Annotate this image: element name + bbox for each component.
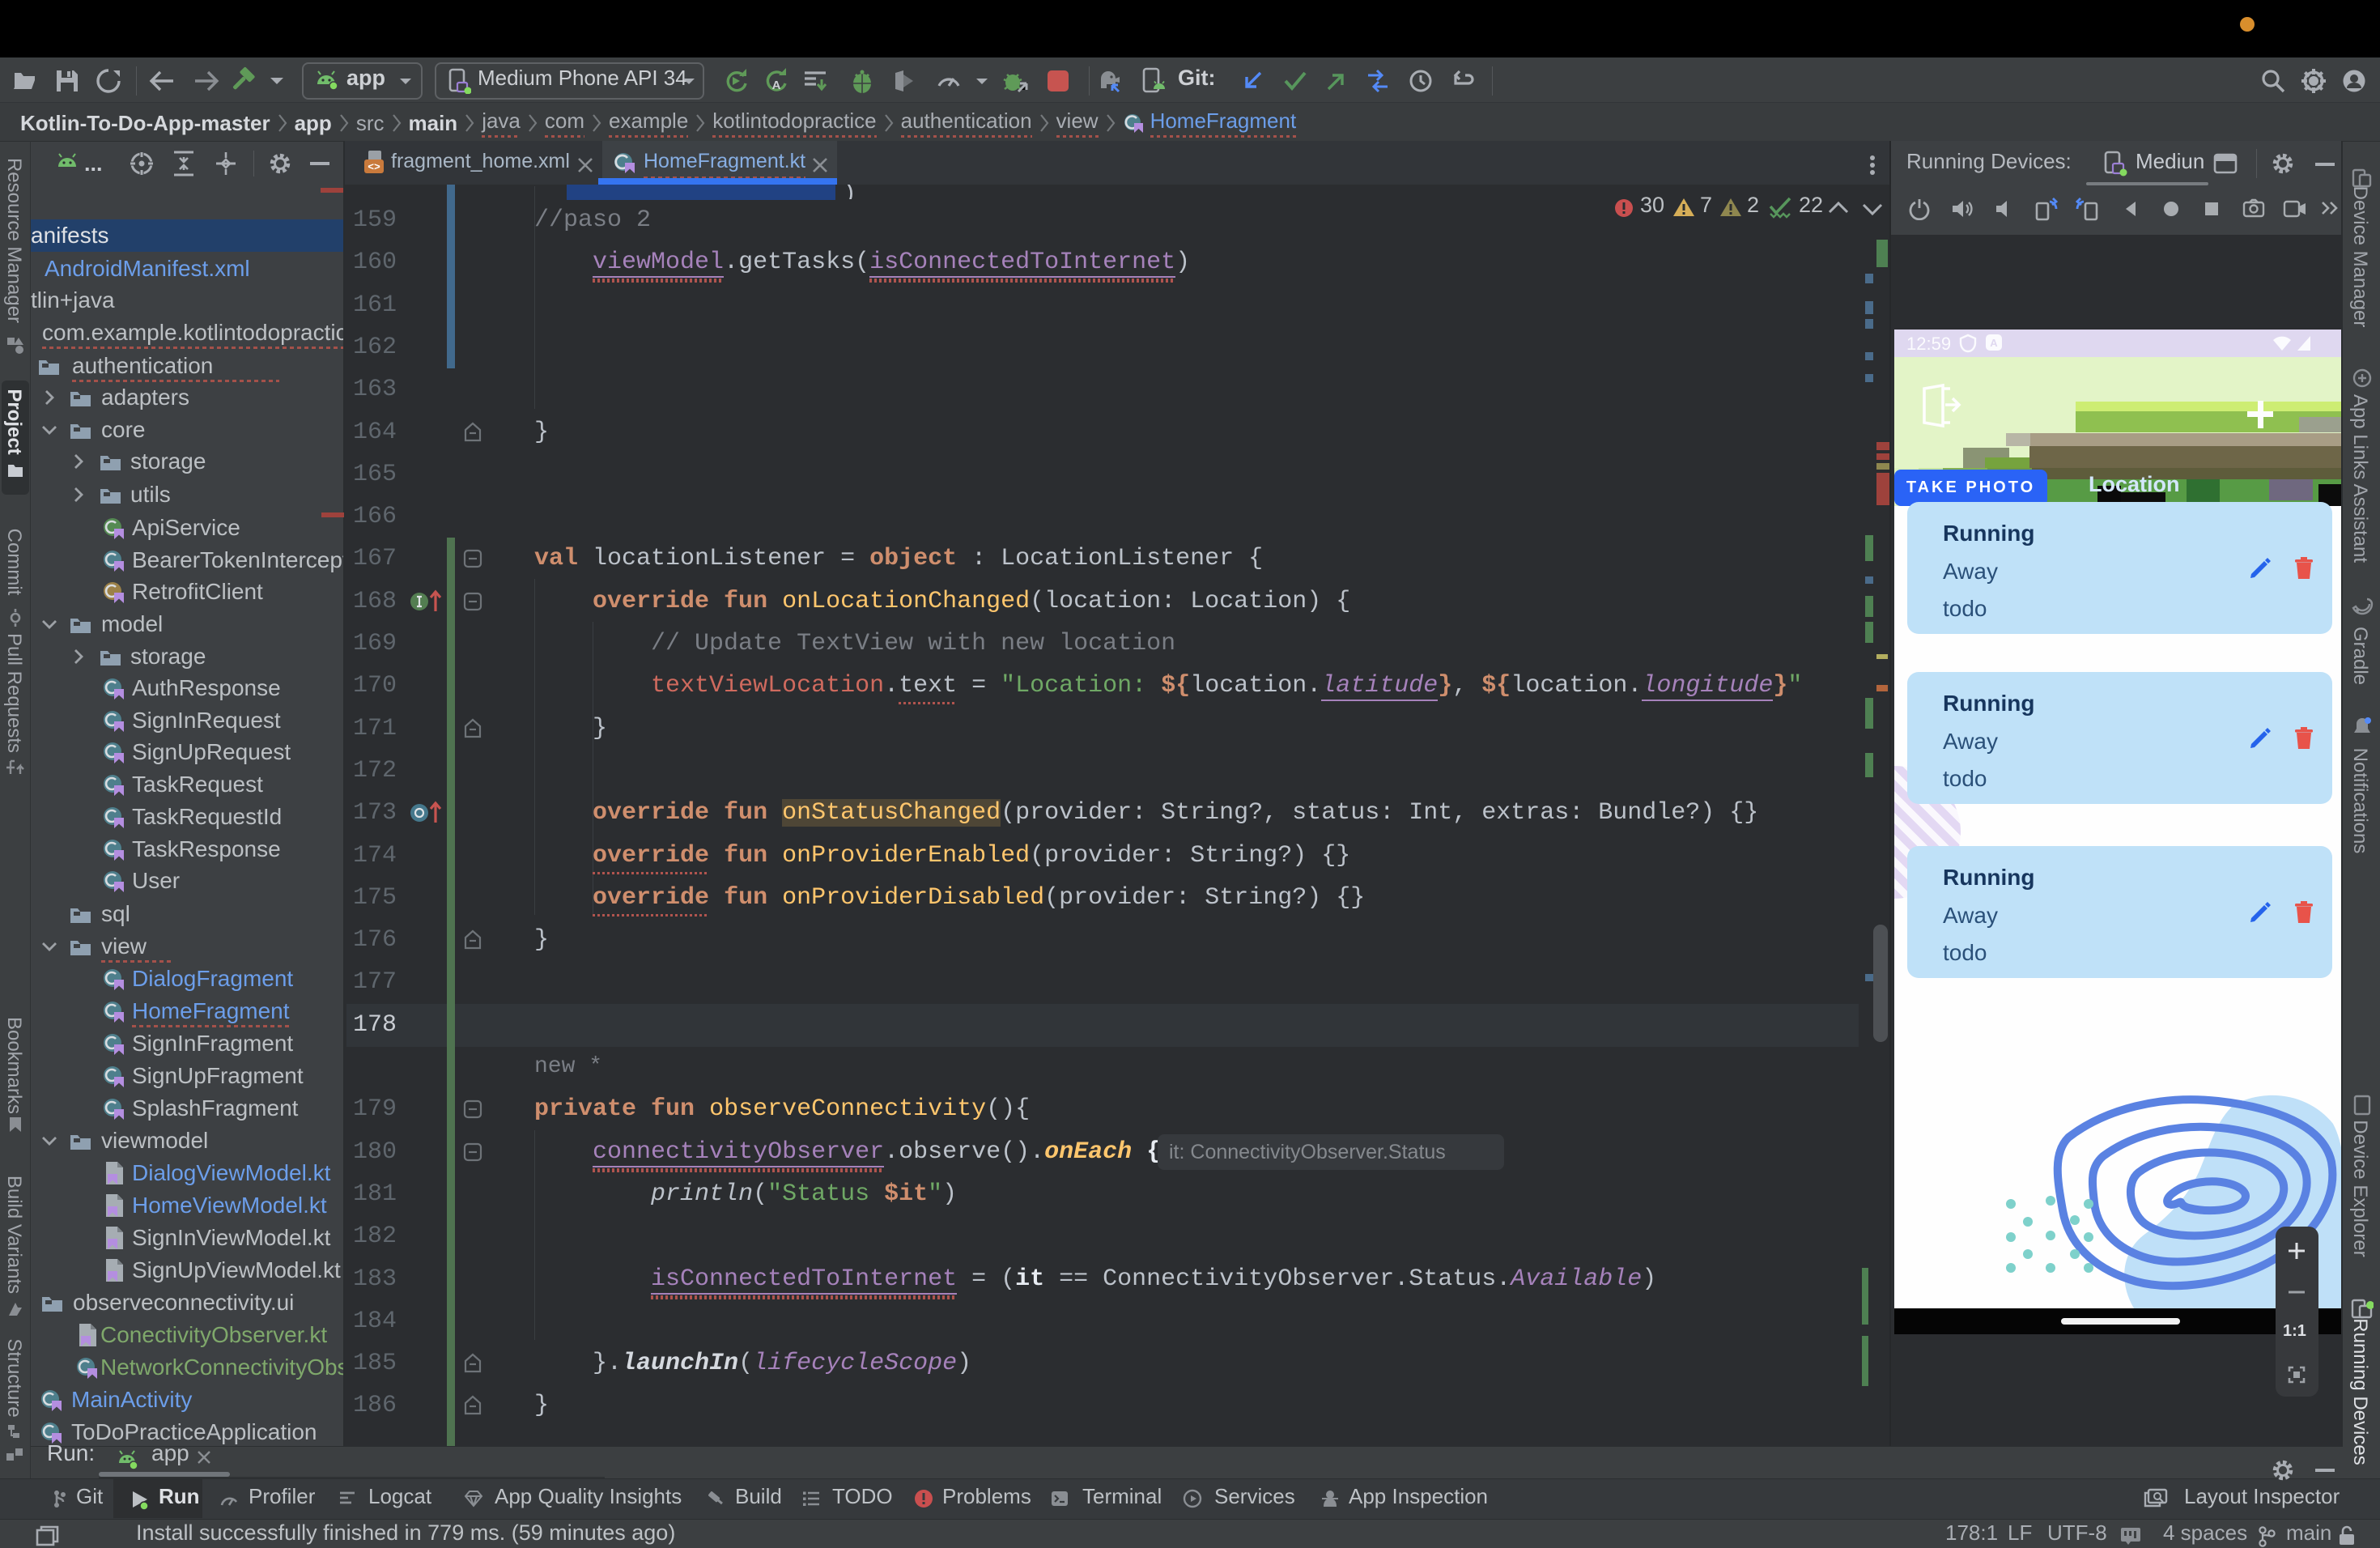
svg-text:<>: <> [368,161,380,173]
svg-text:A: A [1990,337,1998,349]
svg-text:A: A [772,79,781,92]
